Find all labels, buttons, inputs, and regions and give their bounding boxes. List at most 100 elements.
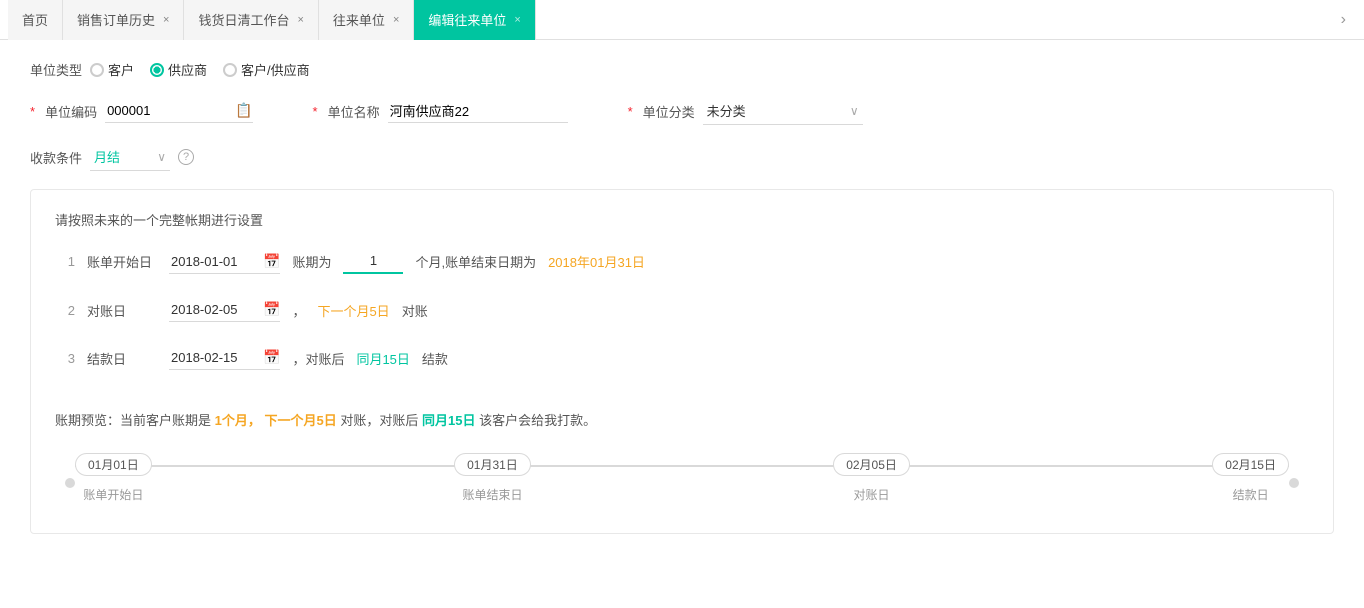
tab-home[interactable]: 首页 (8, 0, 63, 40)
radio-supplier-circle (150, 63, 164, 77)
tab-more-button[interactable]: › (1331, 11, 1356, 29)
unit-category-value: 未分类 (707, 101, 844, 120)
unit-fields-row: * 单位编码 📋 * 单位名称 * 单位分类 未分类 ∨ (30, 97, 1334, 125)
period-cal-3-icon[interactable]: 📅 (263, 349, 280, 366)
payment-condition-group: 收款条件 月结 ∨ ? (30, 143, 194, 171)
close-edit-partner-icon[interactable]: × (514, 14, 520, 26)
period-cal-1-icon[interactable]: 📅 (263, 253, 280, 270)
unit-name-label: 单位名称 (328, 102, 380, 121)
timeline-start-dot (65, 478, 75, 488)
period-num-2: 2 (55, 303, 75, 318)
unit-name-input-wrap (388, 99, 568, 123)
unit-category-chevron-icon: ∨ (850, 104, 859, 118)
tab-bar: 首页 销售订单历史 × 钱货日清工作台 × 往来单位 × 编辑往来单位 × › (0, 0, 1364, 40)
unit-category-select[interactable]: 未分类 ∨ (703, 97, 863, 125)
payment-condition-label: 收款条件 (30, 148, 82, 167)
payment-condition-chevron-icon: ∨ (157, 150, 166, 164)
preview-text-1: 下一个月5日 (265, 413, 337, 428)
period-desc-2b: 对账 (402, 301, 428, 320)
timeline-label-3: 对账日 (854, 486, 890, 503)
radio-customer-circle (90, 63, 104, 77)
timeline-end-dot (1289, 478, 1299, 488)
period-panel: 请按照未来的一个完整帐期进行设置 1 账单开始日 📅 账期为 个月,账单结束日期… (30, 189, 1334, 534)
preview-highlight-2: 同月15日 (422, 413, 479, 428)
panel-title: 请按照未来的一个完整帐期进行设置 (55, 210, 1309, 229)
period-label-1: 账单开始日 (87, 252, 157, 271)
unit-name-group: * 单位名称 (313, 99, 568, 123)
unit-code-input-wrap: 📋 (105, 99, 252, 123)
tab-partner-label: 往来单位 (333, 10, 385, 29)
tab-cash-work[interactable]: 钱货日清工作台 × (184, 0, 318, 40)
unit-type-label: 单位类型 (30, 60, 82, 79)
period-cal-2-icon[interactable]: 📅 (263, 301, 280, 318)
radio-supplier[interactable]: 供应商 (150, 60, 207, 79)
preview-prefix: 账期预览：当前客户账期是 (55, 413, 211, 428)
period-date-2-wrap: 📅 (169, 298, 280, 322)
preview-section: 账期预览：当前客户账期是 1个月， 下一个月5日 对账，对账后 同月15日 该客… (55, 394, 1309, 513)
unit-code-group: * 单位编码 📋 (30, 99, 253, 123)
preview-text-2: 对账，对账后 (340, 413, 418, 428)
radio-both-circle (223, 63, 237, 77)
period-date-2-input[interactable] (169, 298, 259, 321)
period-desc-2a: ， (292, 301, 305, 320)
unit-category-label: 单位分类 (643, 102, 695, 121)
timeline-label-1: 账单开始日 (83, 486, 143, 503)
timeline-bubble-3: 02月05日 (833, 453, 910, 476)
unit-code-label: 单位编码 (45, 102, 97, 121)
unit-code-input[interactable] (105, 99, 235, 122)
help-icon[interactable]: ? (178, 149, 194, 165)
timeline: 01月01日 账单开始日 01月31日 账单结束日 02月05日 对账日 (55, 453, 1309, 513)
period-num-1: 1 (55, 254, 75, 269)
payment-condition-value: 月结 (94, 147, 151, 166)
timeline-nodes: 01月01日 账单开始日 01月31日 账单结束日 02月05日 对账日 (75, 453, 1289, 503)
tab-edit-partner[interactable]: 编辑往来单位 × (414, 0, 535, 40)
close-partner-icon[interactable]: × (393, 14, 399, 26)
radio-customer[interactable]: 客户 (90, 60, 134, 79)
unit-name-star: * (313, 104, 318, 119)
period-same-month-highlight: 同月15日 (356, 349, 409, 368)
payment-condition-select[interactable]: 月结 ∨ (90, 143, 170, 171)
timeline-bubble-4: 02月15日 (1212, 453, 1289, 476)
unit-type-group: 单位类型 客户 供应商 客户/供应商 (30, 60, 310, 79)
timeline-label-4: 结款日 (1233, 486, 1269, 503)
period-desc-suffix-1: 个月,账单结束日期为 (415, 252, 536, 271)
period-desc-prefix-1: 账期为 (292, 252, 331, 271)
tab-cash-work-label: 钱货日清工作台 (198, 10, 289, 29)
radio-group: 客户 供应商 客户/供应商 (90, 60, 310, 79)
period-value-input[interactable] (343, 249, 403, 274)
timeline-node-4: 02月15日 结款日 (1212, 453, 1289, 503)
timeline-node-2: 01月31日 账单结束日 (454, 453, 531, 503)
tab-sales-history[interactable]: 销售订单历史 × (63, 0, 184, 40)
radio-supplier-label: 供应商 (168, 60, 207, 79)
unit-code-doc-icon[interactable]: 📋 (235, 102, 252, 119)
period-desc-3a: ，对账后 (292, 349, 344, 368)
tab-edit-partner-label: 编辑往来单位 (428, 10, 506, 29)
timeline-label-2: 账单结束日 (462, 486, 522, 503)
period-num-3: 3 (55, 351, 75, 366)
period-desc-3b: 结款 (422, 349, 448, 368)
period-label-3: 结款日 (87, 349, 157, 368)
period-row-3: 3 结款日 📅 ，对账后 同月15日 结款 (55, 346, 1309, 370)
close-cash-work-icon[interactable]: × (297, 14, 303, 26)
period-row-2: 2 对账日 📅 ， 下一个月5日 对账 (55, 298, 1309, 322)
tab-sales-history-label: 销售订单历史 (77, 10, 155, 29)
radio-both[interactable]: 客户/供应商 (223, 60, 310, 79)
unit-category-group: * 单位分类 未分类 ∨ (628, 97, 863, 125)
close-sales-history-icon[interactable]: × (163, 14, 169, 26)
period-date-3-input[interactable] (169, 346, 259, 369)
tab-partner[interactable]: 往来单位 × (319, 0, 414, 40)
radio-both-label: 客户/供应商 (241, 60, 310, 79)
unit-category-star: * (628, 104, 633, 119)
unit-code-star: * (30, 104, 35, 119)
timeline-node-1: 01月01日 账单开始日 (75, 453, 152, 503)
unit-name-input[interactable] (388, 99, 568, 122)
preview-highlight-1: 1个月， (215, 413, 261, 428)
period-date-3-wrap: 📅 (169, 346, 280, 370)
timeline-bubble-2: 01月31日 (454, 453, 531, 476)
radio-customer-label: 客户 (108, 60, 134, 79)
preview-suffix: 该客户会给我打款。 (479, 413, 596, 428)
period-date-1-input[interactable] (169, 250, 259, 273)
period-next-month-highlight: 下一个月5日 (317, 301, 389, 320)
preview-text: 账期预览：当前客户账期是 1个月， 下一个月5日 对账，对账后 同月15日 该客… (55, 410, 1309, 429)
period-date-1-wrap: 📅 (169, 250, 280, 274)
